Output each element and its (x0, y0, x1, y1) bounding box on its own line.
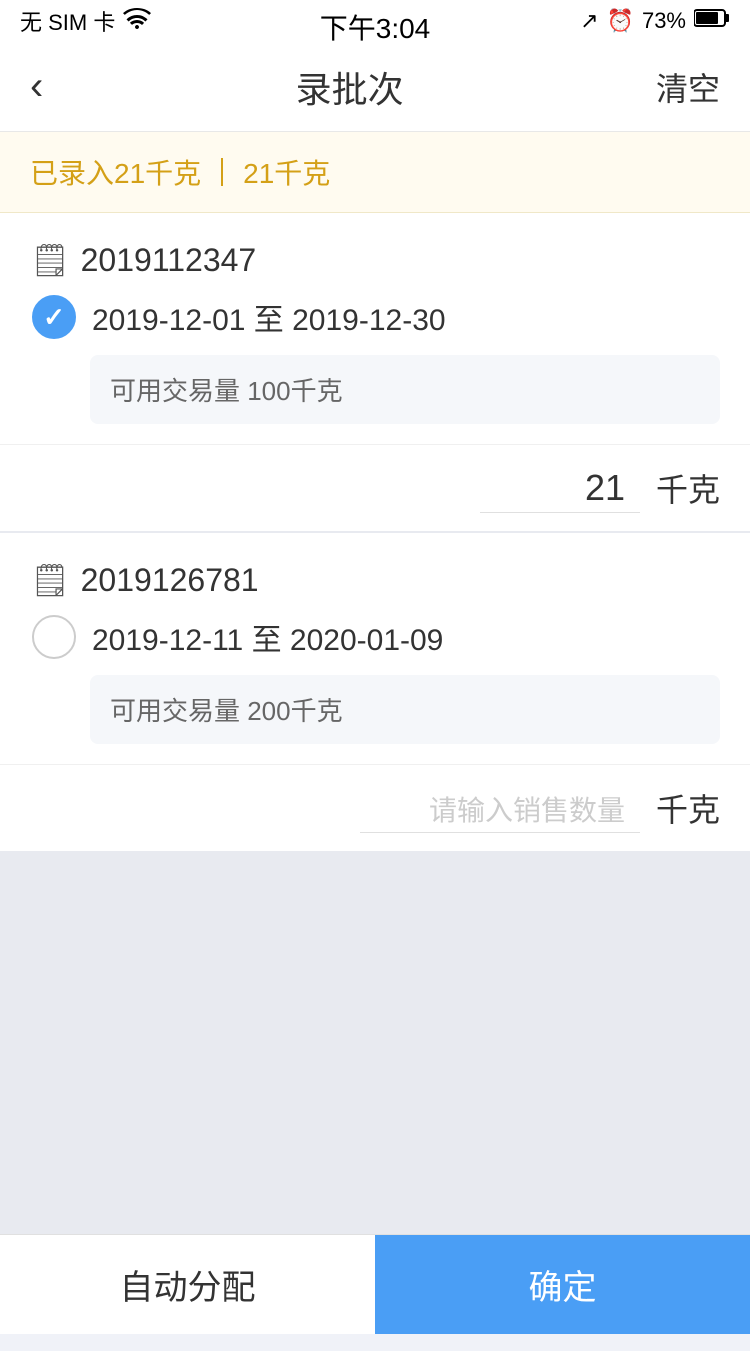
quantity-input-wrapper-2 (360, 787, 640, 829)
batch-date-2: 2019-12-11 至 2020-01-09 (92, 615, 443, 659)
location-icon: ↗ (580, 8, 598, 34)
batch-id-row-1: 🗒 2019112347 (30, 241, 720, 279)
empty-area (0, 851, 750, 1251)
batch-doc-icon-1: 🗒 (30, 241, 71, 279)
batch-card-2: 🗒 2019126781 2019-12-11 至 2020-01-09 可用交… (0, 533, 750, 851)
batch-card-1: 🗒 2019112347 2019-12-01 至 2019-12-30 可用交… (0, 213, 750, 531)
batch-id-1: 2019112347 (81, 242, 257, 279)
status-time: 下午3:04 (320, 7, 431, 47)
confirm-button[interactable]: 确定 (375, 1235, 750, 1334)
summary-label: 已录入21千克 (30, 152, 201, 192)
radio-checked-1[interactable] (32, 295, 76, 339)
quantity-input-wrapper-1 (480, 467, 640, 509)
bottom-bar: 自动分配 确定 (0, 1234, 750, 1334)
batch-date-row-1[interactable]: 2019-12-01 至 2019-12-30 (32, 295, 720, 339)
content-area: 🗒 2019112347 2019-12-01 至 2019-12-30 可用交… (0, 213, 750, 1351)
batch-date-1: 2019-12-01 至 2019-12-30 (92, 295, 446, 339)
quantity-input-2[interactable] (360, 787, 640, 829)
status-right: ↗ ⏰ 73% (580, 8, 730, 34)
nav-bar: ‹ 录批次 清空 (0, 42, 750, 132)
summary-bar: 已录入21千克 21千克 (0, 132, 750, 213)
summary-divider (221, 158, 223, 186)
clear-button[interactable]: 清空 (656, 64, 720, 110)
quantity-unit-2: 千克 (656, 785, 720, 831)
back-button[interactable]: ‹ (30, 64, 43, 109)
batch-item-1: 🗒 2019112347 2019-12-01 至 2019-12-30 可用交… (0, 213, 750, 444)
quantity-row-2: 千克 (0, 764, 750, 851)
summary-value: 21千克 (243, 152, 330, 192)
wifi-icon (123, 7, 151, 35)
batch-date-row-2[interactable]: 2019-12-11 至 2020-01-09 (32, 615, 720, 659)
no-sim-text: 无 SIM 卡 (20, 5, 115, 37)
status-left: 无 SIM 卡 (20, 5, 151, 37)
batch-doc-icon-2: 🗒 (30, 561, 71, 599)
auto-distribute-button[interactable]: 自动分配 (0, 1235, 375, 1334)
batch-available-1: 可用交易量 100千克 (90, 355, 720, 424)
page-title: 录批次 (296, 61, 404, 113)
batch-available-2: 可用交易量 200千克 (90, 675, 720, 744)
status-bar: 无 SIM 卡 下午3:04 ↗ ⏰ 73% (0, 0, 750, 42)
battery-percent: 73% (642, 8, 686, 34)
quantity-unit-1: 千克 (656, 465, 720, 511)
batch-id-2: 2019126781 (81, 562, 259, 599)
alarm-icon: ⏰ (607, 8, 634, 34)
battery-icon (694, 8, 730, 34)
radio-unchecked-2[interactable] (32, 615, 76, 659)
quantity-row-1: 千克 (0, 444, 750, 531)
batch-id-row-2: 🗒 2019126781 (30, 561, 720, 599)
quantity-input-1[interactable] (480, 467, 640, 509)
batch-item-2: 🗒 2019126781 2019-12-11 至 2020-01-09 可用交… (0, 533, 750, 764)
